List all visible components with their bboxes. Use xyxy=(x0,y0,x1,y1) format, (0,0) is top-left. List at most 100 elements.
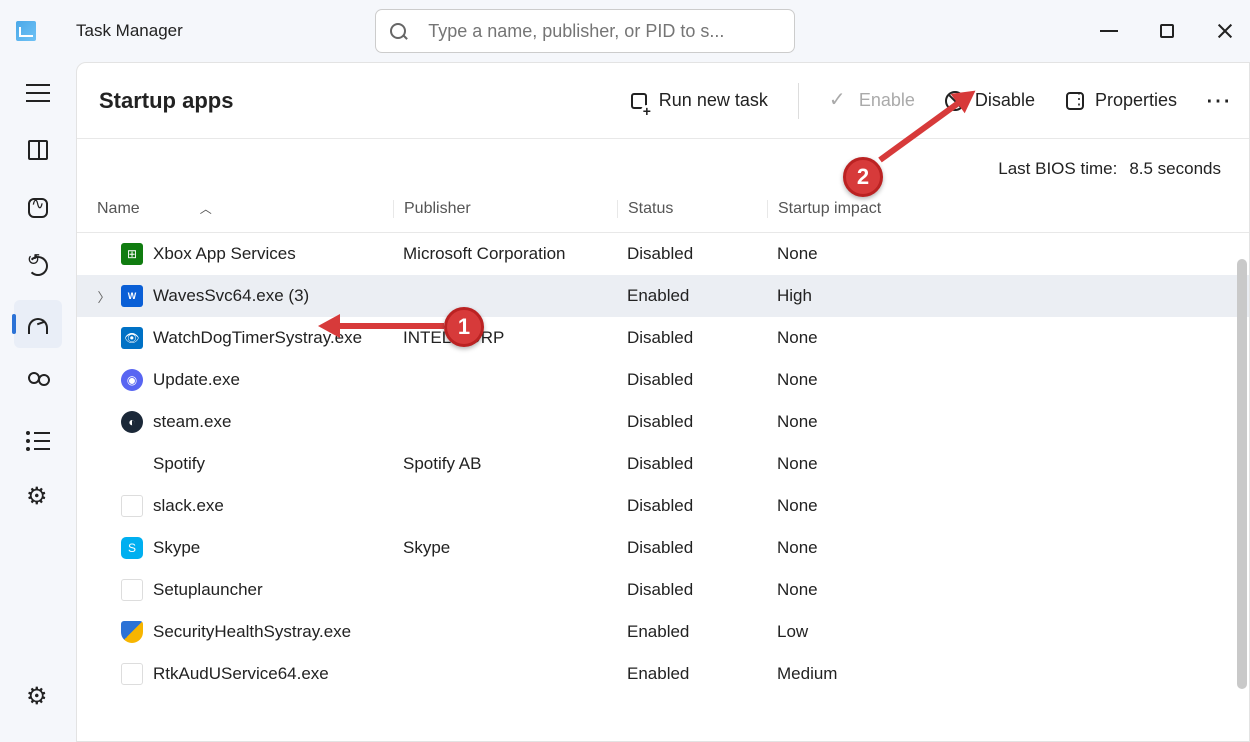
table-row[interactable]: ◐steam.exeDisabledNone xyxy=(77,401,1249,443)
sidebar xyxy=(0,62,76,742)
row-status: Disabled xyxy=(617,580,767,600)
col-header-publisher[interactable]: Publisher xyxy=(393,200,617,218)
annotation-badge-2: 2 xyxy=(843,157,883,197)
expand-chevron-icon[interactable]: 〉 xyxy=(97,287,111,306)
row-publisher: INTEL CORP xyxy=(393,328,617,348)
minimize-button[interactable] xyxy=(1100,22,1118,40)
search-input[interactable] xyxy=(428,21,780,42)
col-header-status[interactable]: Status xyxy=(617,200,767,218)
annotation-badge-1: 1 xyxy=(444,307,484,347)
row-status: Disabled xyxy=(617,370,767,390)
close-button[interactable] xyxy=(1216,22,1234,40)
menu-toggle[interactable] xyxy=(14,68,62,116)
table-row[interactable]: ⊞ Xbox App Services Microsoft CorporationD… xyxy=(77,233,1249,275)
scrollbar-thumb[interactable] xyxy=(1237,259,1247,689)
row-impact: None xyxy=(767,496,915,516)
history-icon xyxy=(26,254,50,278)
col-name-label: Name xyxy=(97,200,140,218)
app-icon: ⁂ xyxy=(121,495,143,517)
table-row[interactable]: 👁WatchDogTimerSystray.exeINTEL CORPDisab… xyxy=(77,317,1249,359)
run-new-task-button[interactable]: Run new task xyxy=(629,90,768,111)
enable-label: Enable xyxy=(859,90,915,111)
row-status: Disabled xyxy=(617,244,767,264)
table-row[interactable]: ⁂ slack.exe DisabledNone xyxy=(77,485,1249,527)
row-name: steam.exe xyxy=(153,412,231,432)
row-status: Disabled xyxy=(617,412,767,432)
row-name: Update.exe xyxy=(153,370,240,390)
row-name: Xbox App Services xyxy=(153,244,296,264)
properties-button[interactable]: Properties xyxy=(1065,90,1177,111)
app-icon: W xyxy=(121,285,143,307)
startup-icon xyxy=(26,312,50,336)
row-name: slack.exe xyxy=(153,496,224,516)
row-impact: None xyxy=(767,412,915,432)
row-impact: None xyxy=(767,454,915,474)
hamburger-icon xyxy=(26,80,50,104)
col-header-name[interactable]: Name ︿ xyxy=(77,200,393,218)
main-layout: Startup apps Run new task Enable Disable xyxy=(0,62,1250,742)
more-icon xyxy=(1207,91,1227,111)
row-status: Disabled xyxy=(617,496,767,516)
services-icon xyxy=(26,486,50,510)
content-panel: Startup apps Run new task Enable Disable xyxy=(76,62,1250,742)
table-row[interactable]: SecurityHealthSystray.exeEnabledLow xyxy=(77,611,1249,653)
row-publisher: Spotify AB xyxy=(393,454,617,474)
table-body: ⊞Xbox App ServicesMicrosoft CorporationD… xyxy=(77,233,1249,695)
nav-users[interactable] xyxy=(14,358,62,406)
more-button[interactable] xyxy=(1207,91,1227,111)
table-header: Name ︿ Publisher Status Startup impact xyxy=(77,185,1249,233)
row-status: Disabled xyxy=(617,328,767,348)
row-impact: None xyxy=(767,538,915,558)
row-status: Disabled xyxy=(617,454,767,474)
row-name: Skype xyxy=(153,538,200,558)
bios-value: 8.5 seconds xyxy=(1129,159,1221,179)
app-icon: ◉ xyxy=(121,369,143,391)
nav-app-history[interactable] xyxy=(14,242,62,290)
performance-icon xyxy=(26,196,50,220)
bios-label: Last BIOS time: xyxy=(998,159,1117,179)
app-icon xyxy=(16,21,36,41)
table-row[interactable]: ▦RtkAudUService64.exeEnabledMedium xyxy=(77,653,1249,695)
search-icon xyxy=(390,23,406,39)
table-row[interactable]: 〉 W WavesSvc64.exe (3) EnabledHigh xyxy=(77,275,1249,317)
row-impact: None xyxy=(767,370,915,390)
nav-performance[interactable] xyxy=(14,184,62,232)
settings-icon xyxy=(26,686,50,710)
run-task-label: Run new task xyxy=(659,90,768,111)
row-impact: None xyxy=(767,244,915,264)
table-row[interactable]: ▦SetuplauncherDisabledNone xyxy=(77,569,1249,611)
details-icon xyxy=(26,428,50,452)
row-publisher: Skype xyxy=(393,538,617,558)
maximize-button[interactable] xyxy=(1158,22,1176,40)
table-row[interactable]: SpotifySpotify ABDisabledNone xyxy=(77,443,1249,485)
nav-settings[interactable] xyxy=(14,674,62,722)
row-status: Enabled xyxy=(617,286,767,306)
row-status: Disabled xyxy=(617,538,767,558)
startup-table: Name ︿ Publisher Status Startup impact ⊞… xyxy=(77,185,1249,741)
table-row[interactable]: SSkypeSkypeDisabledNone xyxy=(77,527,1249,569)
row-name: WavesSvc64.exe (3) xyxy=(153,286,309,306)
app-icon: ▦ xyxy=(121,579,143,601)
nav-processes[interactable] xyxy=(14,126,62,174)
app-icon: ⊞ xyxy=(121,243,143,265)
row-name: SecurityHealthSystray.exe xyxy=(153,622,351,642)
row-status: Enabled xyxy=(617,664,767,684)
row-impact: None xyxy=(767,580,915,600)
properties-icon xyxy=(1065,91,1085,111)
table-row[interactable]: ◉ Update.exe DisabledNone xyxy=(77,359,1249,401)
users-icon xyxy=(26,370,50,394)
run-task-icon xyxy=(629,91,649,111)
toolbar-buttons: Run new task Enable Disable Properties xyxy=(629,83,1227,119)
app-icon: 👁 xyxy=(121,327,143,349)
row-name: RtkAudUService64.exe xyxy=(153,664,329,684)
app-icon: S xyxy=(121,537,143,559)
nav-details[interactable] xyxy=(14,416,62,464)
row-impact: Low xyxy=(767,622,915,642)
properties-label: Properties xyxy=(1095,90,1177,111)
nav-startup-apps[interactable] xyxy=(14,300,62,348)
search-box[interactable] xyxy=(375,9,795,53)
nav-services[interactable] xyxy=(14,474,62,522)
row-publisher: Microsoft Corporation xyxy=(393,244,617,264)
col-header-impact[interactable]: Startup impact xyxy=(767,200,915,218)
row-impact: High xyxy=(767,286,915,306)
